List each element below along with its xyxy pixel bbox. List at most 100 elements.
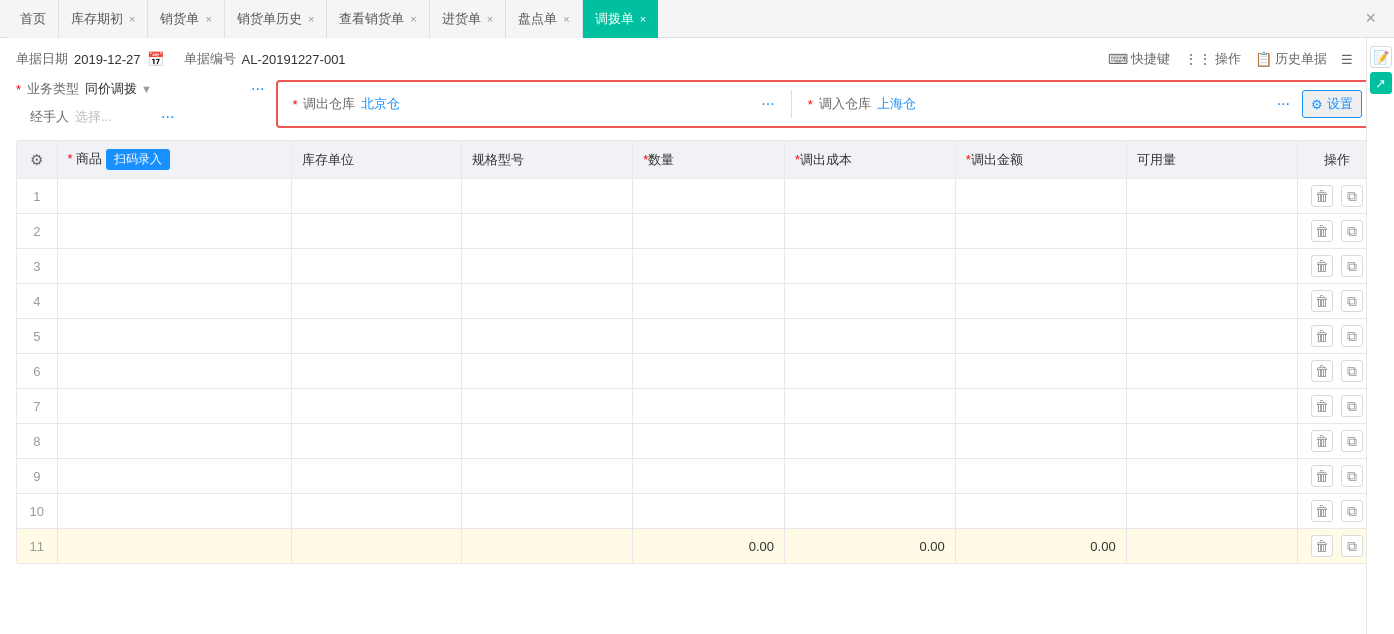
business-type-select[interactable]: 同价调拨 ▼	[85, 80, 245, 98]
spec-cell[interactable]	[462, 319, 633, 354]
delete-row-button[interactable]: 🗑	[1311, 465, 1333, 487]
spec-cell[interactable]	[462, 494, 633, 529]
spec-cell[interactable]	[462, 389, 633, 424]
handler-more-icon[interactable]: ···	[161, 108, 174, 126]
copy-row-button[interactable]: ⧉	[1341, 325, 1363, 347]
unit-cell[interactable]	[291, 459, 462, 494]
unit-cell[interactable]	[291, 319, 462, 354]
tab-view-sales-close[interactable]: ×	[410, 13, 416, 25]
unit-cell[interactable]	[291, 354, 462, 389]
tab-purchase-order[interactable]: 进货单 ×	[430, 0, 506, 38]
tab-sales-history[interactable]: 销货单历史 ×	[225, 0, 327, 38]
copy-icon[interactable]: ⧉	[1341, 535, 1363, 557]
tab-sales-order[interactable]: 销货单 ×	[148, 0, 224, 38]
spec-cell[interactable]	[462, 459, 633, 494]
delete-row-button[interactable]: 🗑	[1311, 500, 1333, 522]
quantity-cell[interactable]	[633, 319, 785, 354]
calendar-icon[interactable]: 📅	[147, 51, 164, 67]
table-scroll[interactable]: ⚙ * 商品 扫码录入 库存单位 规格型号 *数量 *调	[17, 141, 1377, 563]
quantity-cell[interactable]	[633, 459, 785, 494]
spec-cell[interactable]	[462, 354, 633, 389]
cost-cell[interactable]	[785, 494, 956, 529]
product-cell[interactable]	[57, 179, 291, 214]
tab-transfer-order-close[interactable]: ×	[640, 13, 646, 25]
unit-cell[interactable]	[291, 494, 462, 529]
product-cell[interactable]	[57, 424, 291, 459]
business-type-more-icon[interactable]: ···	[251, 80, 264, 98]
amount-cell[interactable]	[955, 389, 1126, 424]
copy-row-button[interactable]: ⧉	[1341, 465, 1363, 487]
cost-cell[interactable]	[785, 319, 956, 354]
tab-inventory-check[interactable]: 盘点单 ×	[506, 0, 582, 38]
amount-cell[interactable]	[955, 459, 1126, 494]
unit-cell[interactable]	[291, 179, 462, 214]
product-cell[interactable]	[57, 459, 291, 494]
product-cell[interactable]	[57, 354, 291, 389]
scan-input-button[interactable]: 扫码录入	[106, 149, 170, 170]
delete-row-button[interactable]: 🗑	[1311, 290, 1333, 312]
spec-cell[interactable]	[462, 284, 633, 319]
delete-row-button[interactable]: 🗑	[1311, 185, 1333, 207]
quantity-cell[interactable]	[633, 284, 785, 319]
source-warehouse-value[interactable]: 北京仓	[361, 95, 400, 113]
unit-cell[interactable]	[291, 389, 462, 424]
unit-cell[interactable]	[291, 424, 462, 459]
quantity-cell[interactable]	[633, 389, 785, 424]
unit-cell[interactable]	[291, 249, 462, 284]
cost-cell[interactable]	[785, 389, 956, 424]
copy-row-button[interactable]: ⧉	[1341, 255, 1363, 277]
layout-toggle-1[interactable]: ☰	[1341, 52, 1353, 67]
copy-row-button[interactable]: ⧉	[1341, 500, 1363, 522]
copy-row-button[interactable]: ⧉	[1341, 290, 1363, 312]
amount-cell[interactable]	[955, 249, 1126, 284]
unit-cell[interactable]	[291, 284, 462, 319]
handler-placeholder[interactable]: 选择...	[75, 108, 155, 126]
delete-row-button[interactable]: 🗑	[1311, 220, 1333, 242]
sidebar-expand-button[interactable]: ↗	[1370, 72, 1392, 94]
sidebar-notes-button[interactable]: 📝	[1370, 46, 1392, 68]
quantity-cell[interactable]	[633, 424, 785, 459]
window-close-button[interactable]: ×	[1355, 8, 1386, 29]
amount-cell[interactable]	[955, 354, 1126, 389]
product-cell[interactable]	[57, 494, 291, 529]
product-cell[interactable]	[57, 389, 291, 424]
spec-cell[interactable]	[462, 179, 633, 214]
unit-cell[interactable]	[291, 214, 462, 249]
cost-cell[interactable]	[785, 179, 956, 214]
history-action[interactable]: 📋 历史单据	[1255, 50, 1327, 68]
tab-purchase-order-close[interactable]: ×	[487, 13, 493, 25]
tab-inventory-init-close[interactable]: ×	[129, 13, 135, 25]
tab-transfer-order[interactable]: 调拨单 ×	[583, 0, 658, 38]
delete-row-button[interactable]: 🗑	[1311, 360, 1333, 382]
copy-row-button[interactable]: ⧉	[1341, 430, 1363, 452]
cost-cell[interactable]	[785, 459, 956, 494]
amount-cell[interactable]	[955, 424, 1126, 459]
quantity-cell[interactable]	[633, 179, 785, 214]
amount-cell[interactable]	[955, 319, 1126, 354]
tab-inventory-check-close[interactable]: ×	[563, 13, 569, 25]
spec-cell[interactable]	[462, 424, 633, 459]
cost-cell[interactable]	[785, 424, 956, 459]
shortcut-action[interactable]: ⌨ 快捷键	[1108, 50, 1170, 68]
target-warehouse-value[interactable]: 上海仓	[877, 95, 916, 113]
product-cell[interactable]	[57, 249, 291, 284]
operations-action[interactable]: ⋮⋮ 操作	[1184, 50, 1241, 68]
copy-row-button[interactable]: ⧉	[1341, 395, 1363, 417]
tab-sales-history-close[interactable]: ×	[308, 13, 314, 25]
settings-button[interactable]: ⚙ 设置	[1302, 90, 1362, 118]
target-warehouse-more-icon[interactable]: ···	[1277, 95, 1290, 113]
source-warehouse-more-icon[interactable]: ···	[761, 95, 774, 113]
cost-cell[interactable]	[785, 354, 956, 389]
spec-cell[interactable]	[462, 214, 633, 249]
cost-cell[interactable]	[785, 284, 956, 319]
amount-cell[interactable]	[955, 179, 1126, 214]
tab-sales-order-close[interactable]: ×	[205, 13, 211, 25]
quantity-cell[interactable]	[633, 354, 785, 389]
product-cell[interactable]	[57, 319, 291, 354]
delete-icon[interactable]: 🗑	[1311, 535, 1333, 557]
delete-row-button[interactable]: 🗑	[1311, 430, 1333, 452]
delete-row-button[interactable]: 🗑	[1311, 395, 1333, 417]
delete-row-button[interactable]: 🗑	[1311, 255, 1333, 277]
tab-home[interactable]: 首页	[8, 0, 59, 38]
copy-row-button[interactable]: ⧉	[1341, 220, 1363, 242]
